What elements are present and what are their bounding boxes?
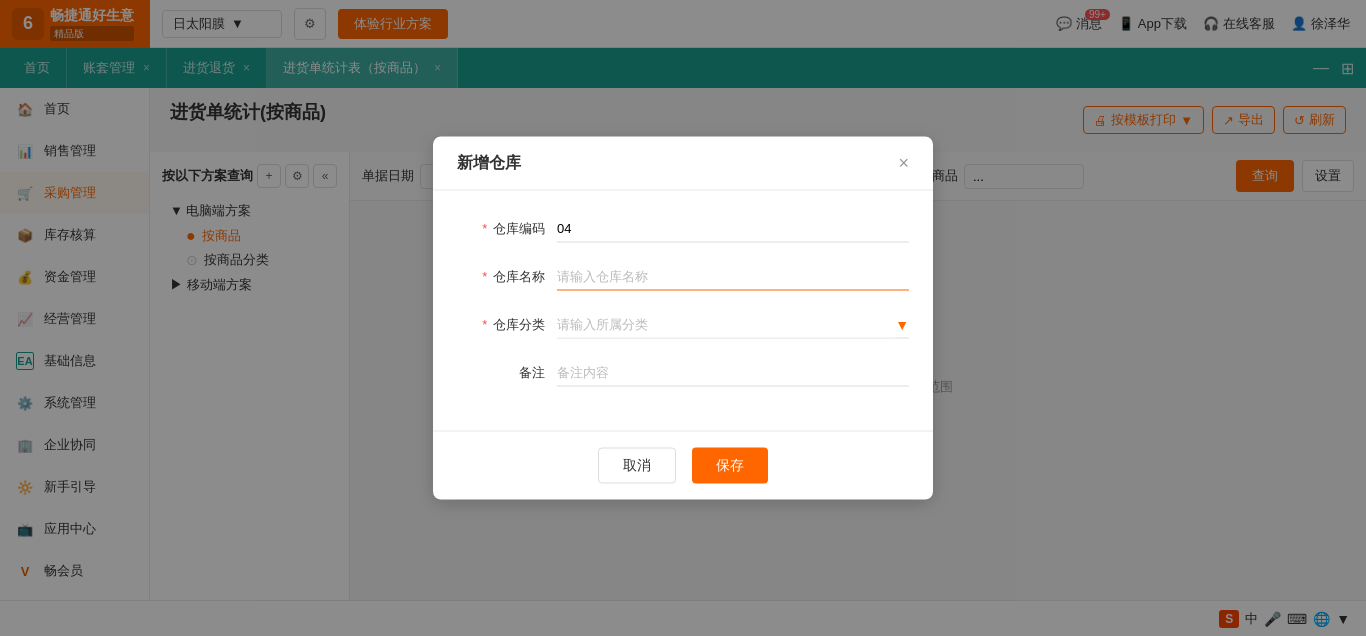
form-row-category: * 仓库分类 ▼: [457, 311, 909, 339]
modal-body: * 仓库编码 * 仓库名称 * 仓库分类 ▼: [433, 191, 933, 431]
category-dropdown-icon: ▼: [895, 316, 909, 332]
modal-header: 新增仓库 ×: [433, 137, 933, 191]
code-input[interactable]: [557, 215, 909, 243]
add-warehouse-modal: 新增仓库 × * 仓库编码 * 仓库名称 * 仓库分类: [433, 137, 933, 500]
save-button[interactable]: 保存: [692, 448, 768, 484]
required-star-name: *: [482, 269, 487, 284]
form-row-name: * 仓库名称: [457, 263, 909, 291]
form-row-code: * 仓库编码: [457, 215, 909, 243]
name-label: * 仓库名称: [457, 268, 557, 286]
required-star-code: *: [482, 221, 487, 236]
name-input[interactable]: [557, 263, 909, 291]
code-label: * 仓库编码: [457, 220, 557, 238]
cancel-button[interactable]: 取消: [598, 448, 676, 484]
category-label: * 仓库分类: [457, 316, 557, 334]
category-input[interactable]: [557, 311, 895, 338]
category-select-wrapper[interactable]: ▼: [557, 311, 909, 339]
required-star-category: *: [482, 317, 487, 332]
modal-close-button[interactable]: ×: [898, 153, 909, 174]
note-label: 备注: [457, 364, 557, 382]
note-input[interactable]: [557, 359, 909, 387]
modal-footer: 取消 保存: [433, 431, 933, 500]
modal-title: 新增仓库: [457, 153, 521, 174]
form-row-note: 备注: [457, 359, 909, 387]
